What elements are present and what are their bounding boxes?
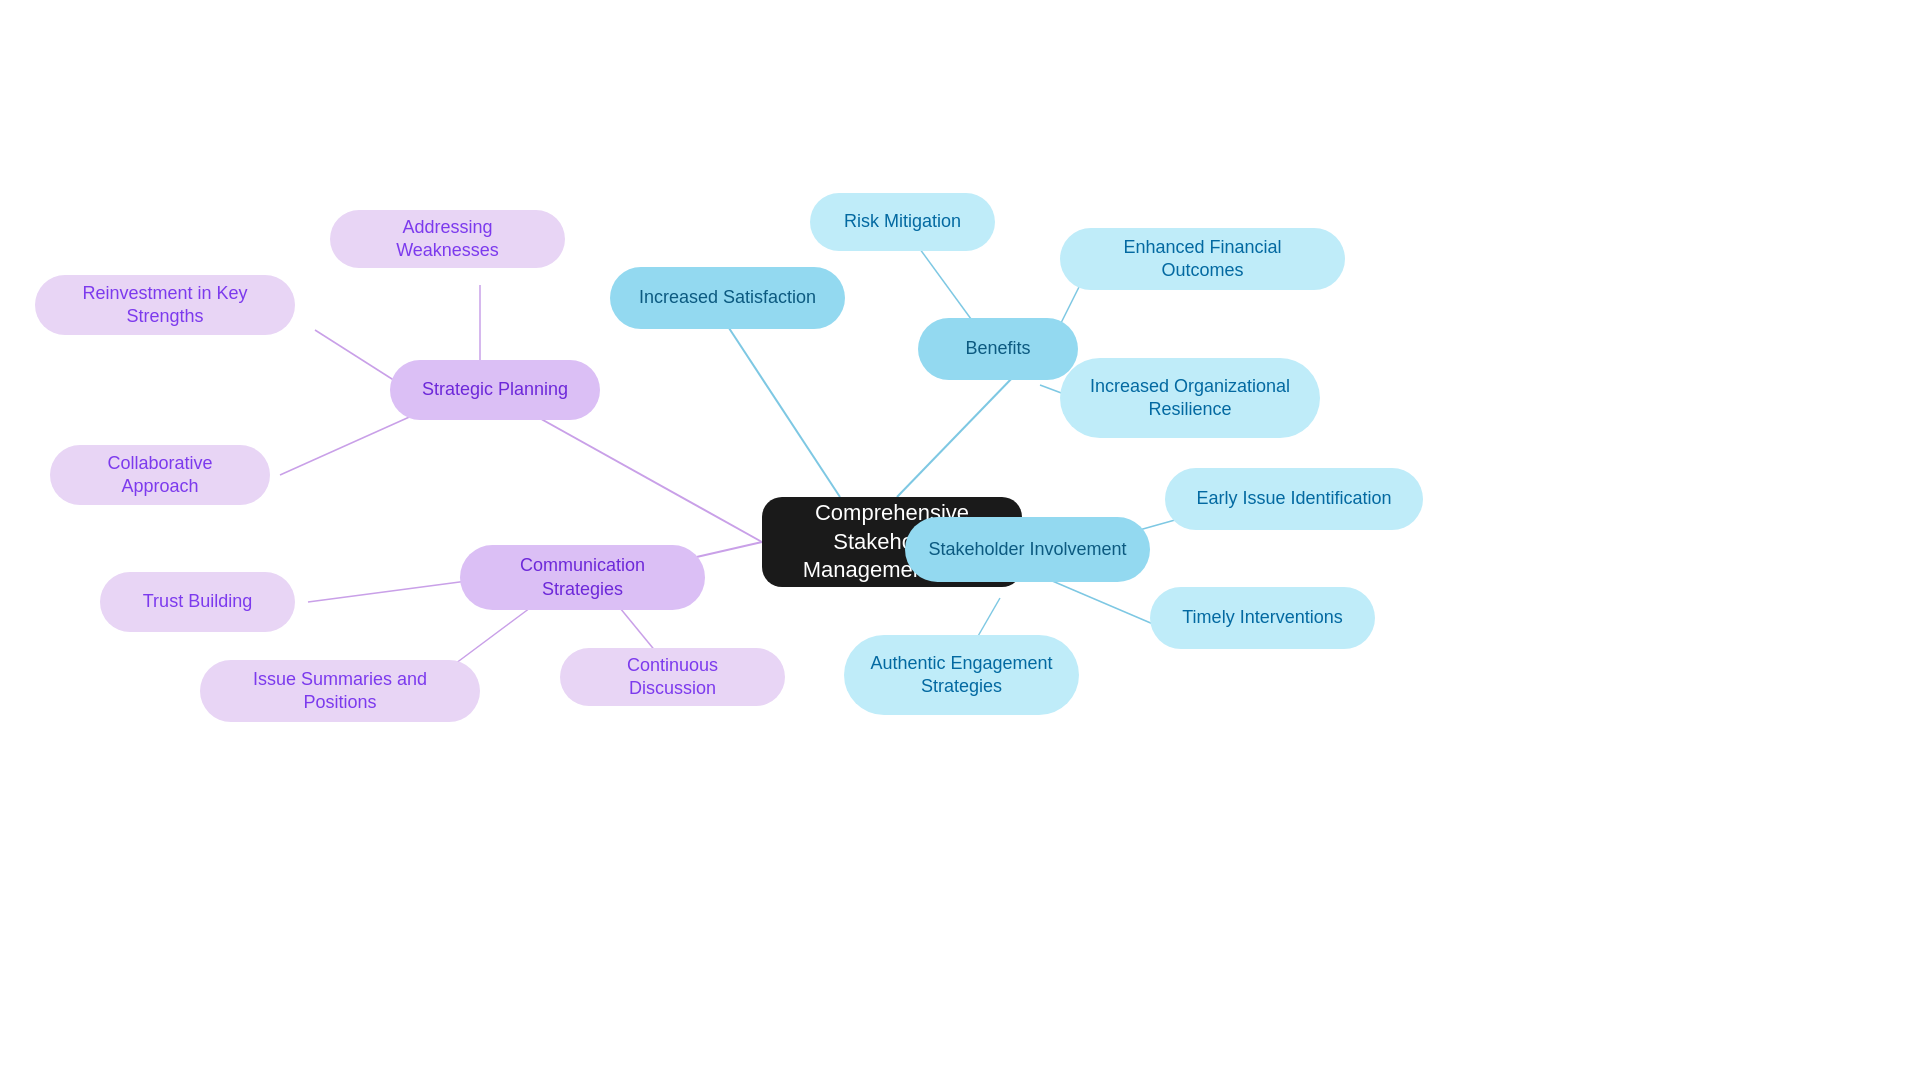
svg-line-7 bbox=[280, 410, 425, 475]
reinvestment-node: Reinvestment in Key Strengths bbox=[35, 275, 295, 335]
benefits-label: Benefits bbox=[965, 337, 1030, 360]
continuous-discussion-label: Continuous Discussion bbox=[582, 654, 763, 701]
strategic-planning-label: Strategic Planning bbox=[422, 378, 568, 401]
timely-interventions-node: Timely Interventions bbox=[1150, 587, 1375, 649]
increased-satisfaction-label: Increased Satisfaction bbox=[639, 286, 816, 309]
trust-building-label: Trust Building bbox=[143, 590, 252, 613]
issue-summaries-label: Issue Summaries and Positions bbox=[222, 668, 458, 715]
stakeholder-involvement-label: Stakeholder Involvement bbox=[928, 538, 1126, 561]
authentic-engagement-label: Authentic Engagement Strategies bbox=[870, 652, 1052, 699]
svg-line-15 bbox=[1050, 580, 1160, 627]
enhanced-financial-node: Enhanced Financial Outcomes bbox=[1060, 228, 1345, 290]
early-issue-node: Early Issue Identification bbox=[1165, 468, 1423, 530]
strategic-planning-node: Strategic Planning bbox=[390, 360, 600, 420]
benefits-node: Benefits bbox=[918, 318, 1078, 380]
early-issue-label: Early Issue Identification bbox=[1196, 487, 1391, 510]
collaborative-node: Collaborative Approach bbox=[50, 445, 270, 505]
risk-mitigation-node: Risk Mitigation bbox=[810, 193, 995, 251]
addressing-weaknesses-node: Addressing Weaknesses bbox=[330, 210, 565, 268]
addressing-weaknesses-label: Addressing Weaknesses bbox=[352, 216, 543, 263]
increased-org-label: Increased Organizational Resilience bbox=[1082, 375, 1298, 422]
authentic-engagement-node: Authentic Engagement Strategies bbox=[844, 635, 1079, 715]
stakeholder-involvement-node: Stakeholder Involvement bbox=[905, 517, 1150, 582]
increased-org-node: Increased Organizational Resilience bbox=[1060, 358, 1320, 438]
increased-satisfaction-node: Increased Satisfaction bbox=[610, 267, 845, 329]
trust-building-node: Trust Building bbox=[100, 572, 295, 632]
communication-node: Communication Strategies bbox=[460, 545, 705, 610]
timely-interventions-label: Timely Interventions bbox=[1182, 606, 1342, 629]
enhanced-financial-label: Enhanced Financial Outcomes bbox=[1082, 236, 1323, 283]
risk-mitigation-label: Risk Mitigation bbox=[844, 210, 961, 233]
issue-summaries-node: Issue Summaries and Positions bbox=[200, 660, 480, 722]
svg-line-2 bbox=[897, 375, 1015, 497]
reinvestment-label: Reinvestment in Key Strengths bbox=[57, 282, 273, 329]
communication-label: Communication Strategies bbox=[482, 554, 683, 601]
svg-line-0 bbox=[525, 410, 762, 542]
continuous-discussion-node: Continuous Discussion bbox=[560, 648, 785, 706]
svg-line-4 bbox=[725, 322, 840, 497]
collaborative-label: Collaborative Approach bbox=[72, 452, 248, 499]
